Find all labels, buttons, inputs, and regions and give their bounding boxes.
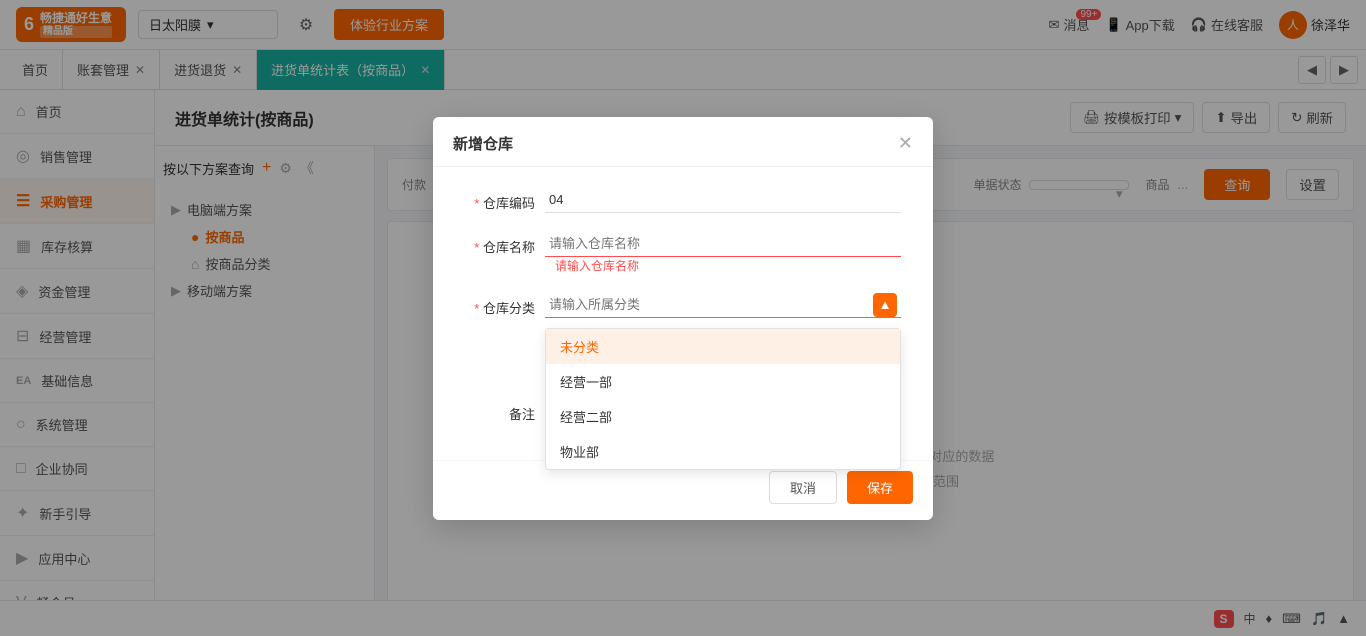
modal-header: 新增仓库 ✕ <box>433 117 933 167</box>
modal-overlay: 新增仓库 ✕ * 仓库编码 * 仓库名称 <box>0 0 1366 636</box>
modal-close-button[interactable]: ✕ <box>898 133 913 154</box>
category-wrapper: ▲ 未分类 经营一部 经营二部 物业部 <box>545 292 901 318</box>
warehouse-code-label: * 仓库编码 <box>465 187 545 212</box>
cancel-button[interactable]: 取消 <box>769 471 837 504</box>
modal-title: 新增仓库 <box>453 133 513 154</box>
warehouse-remark-label: 备注 <box>465 398 545 423</box>
save-button[interactable]: 保存 <box>847 471 913 504</box>
dropdown-item-1[interactable]: 经营一部 <box>546 364 900 399</box>
modal-body: * 仓库编码 * 仓库名称 请输入仓库名称 * <box>433 167 933 452</box>
warehouse-name-label: * 仓库名称 <box>465 231 545 256</box>
dropdown-item-2[interactable]: 经营二部 <box>546 399 900 434</box>
warehouse-code-row: * 仓库编码 <box>465 187 901 213</box>
add-warehouse-modal: 新增仓库 ✕ * 仓库编码 * 仓库名称 <box>433 117 933 520</box>
warehouse-category-label: * 仓库分类 <box>465 292 545 317</box>
category-toggle-button[interactable]: ▲ <box>873 293 897 317</box>
category-input[interactable] <box>545 292 901 318</box>
warehouse-code-input[interactable] <box>545 187 901 213</box>
dropdown-item-3[interactable]: 物业部 <box>546 434 900 469</box>
warehouse-name-input[interactable] <box>545 231 901 257</box>
chevron-up-icon: ▲ <box>879 297 892 312</box>
dropdown-item-0[interactable]: 未分类 <box>546 329 900 364</box>
category-dropdown: 未分类 经营一部 经营二部 物业部 <box>545 328 901 470</box>
warehouse-name-row: * 仓库名称 请输入仓库名称 <box>465 231 901 274</box>
warehouse-name-error: 请输入仓库名称 <box>555 257 639 274</box>
warehouse-category-row: * 仓库分类 ▲ 未分类 经营一部 经营二部 物业部 <box>465 292 901 318</box>
